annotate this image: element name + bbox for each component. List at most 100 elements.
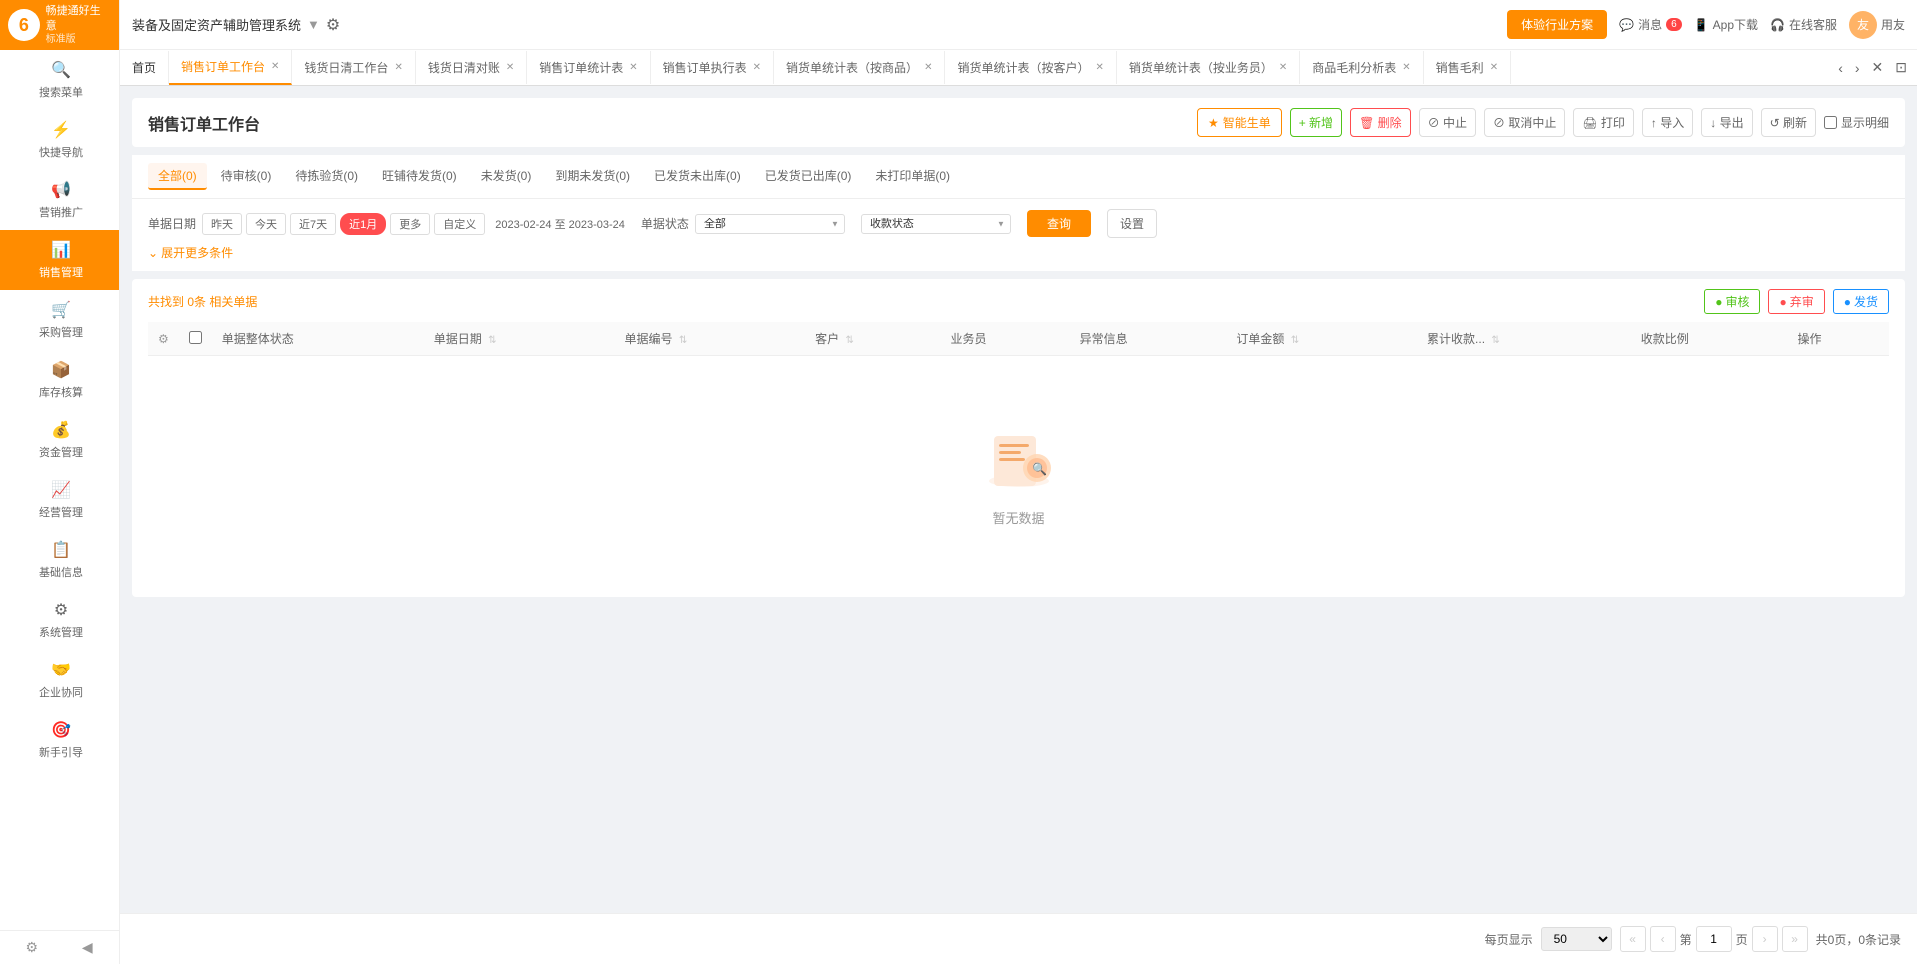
sidebar-item-经营管理[interactable]: 📈经营管理 bbox=[0, 470, 119, 530]
review-button[interactable]: ● 审核 bbox=[1704, 289, 1760, 314]
th-number[interactable]: 单据编号 ⇅ bbox=[614, 322, 805, 356]
sidebar-item-快捷导航[interactable]: ⚡快捷导航 bbox=[0, 110, 119, 170]
sidebar-item-搜索菜单[interactable]: 🔍搜索菜单 bbox=[0, 50, 119, 110]
collapse-icon[interactable]: ◀ bbox=[64, 939, 112, 956]
sidebar-item-系统管理[interactable]: ⚙系统管理 bbox=[0, 590, 119, 650]
status-select[interactable]: 全部 bbox=[695, 214, 845, 234]
sidebar-item-库存核算[interactable]: 📦库存核算 bbox=[0, 350, 119, 410]
tab-item-2[interactable]: 钱货日清工作台✕ bbox=[292, 51, 415, 84]
settings-icon[interactable]: ⚙ bbox=[8, 939, 56, 956]
industry-button[interactable]: 体验行业方案 bbox=[1507, 10, 1607, 39]
delete-button[interactable]: 🗑 删除 bbox=[1350, 108, 1411, 137]
tab-item-4[interactable]: 销售订单统计表✕ bbox=[527, 51, 650, 84]
filter-tab-未发货[interactable]: 未发货(0) bbox=[471, 163, 542, 190]
tabs-expand-icon[interactable]: ⊡ bbox=[1891, 55, 1911, 80]
setting-button[interactable]: 设置 bbox=[1107, 209, 1157, 238]
tab-close-icon[interactable]: ✕ bbox=[1279, 62, 1287, 73]
sidebar-item-企业协同[interactable]: 🤝企业协同 bbox=[0, 650, 119, 710]
date-yesterday[interactable]: 昨天 bbox=[202, 213, 242, 235]
tab-close-icon[interactable]: ✕ bbox=[506, 62, 514, 73]
ship-button[interactable]: ● 发货 bbox=[1833, 289, 1889, 314]
tab-close-icon[interactable]: ✕ bbox=[753, 62, 761, 73]
filter-tab-到期未发货[interactable]: 到期未发货(0) bbox=[545, 163, 640, 190]
ship-label: 发货 bbox=[1854, 293, 1878, 310]
filter-tab-待拣验货[interactable]: 待拣验货(0) bbox=[285, 163, 368, 190]
smart-generate-button[interactable]: ★ 智能生单 bbox=[1197, 108, 1282, 137]
tab-close-icon[interactable]: ✕ bbox=[924, 62, 932, 73]
filter-tab-待审核[interactable]: 待审核(0) bbox=[211, 163, 282, 190]
online-service-action[interactable]: 🎧 在线客服 bbox=[1770, 16, 1837, 33]
nav-label: 基础信息 bbox=[39, 564, 83, 580]
sidebar-item-新手引导[interactable]: 🎯新手引导 bbox=[0, 710, 119, 770]
tab-item-10[interactable]: 销售毛利✕ bbox=[1424, 51, 1511, 84]
sidebar-item-营销推广[interactable]: 📢营销推广 bbox=[0, 170, 119, 230]
th-customer[interactable]: 客户 ⇅ bbox=[805, 322, 940, 356]
date-1month[interactable]: 近1月 bbox=[340, 213, 386, 235]
import-button[interactable]: ↑ 导入 bbox=[1642, 108, 1693, 137]
system-gear-icon[interactable]: ⚙ bbox=[326, 15, 340, 35]
cancel-review-button[interactable]: ● 弃审 bbox=[1768, 289, 1824, 314]
tab-item-1[interactable]: 销售订单工作台✕ bbox=[169, 50, 292, 85]
refresh-button[interactable]: ↺ 刷新 bbox=[1761, 108, 1816, 137]
tab-close-icon[interactable]: ✕ bbox=[1490, 62, 1498, 73]
tab-item-8[interactable]: 销货单统计表（按业务员）✕ bbox=[1117, 51, 1300, 84]
sidebar-item-资金管理[interactable]: 💰资金管理 bbox=[0, 410, 119, 470]
sidebar-item-采购管理[interactable]: 🛒采购管理 bbox=[0, 290, 119, 350]
expand-button[interactable]: ⌄ 展开更多条件 bbox=[148, 244, 1889, 261]
empty-icon: 🔍 bbox=[979, 416, 1059, 496]
filter-tab-旺铺待发货[interactable]: 旺铺待发货(0) bbox=[372, 163, 467, 190]
show-detail-input[interactable] bbox=[1824, 116, 1837, 129]
date-7days[interactable]: 近7天 bbox=[290, 213, 336, 235]
date-custom[interactable]: 自定义 bbox=[434, 213, 485, 235]
th-cumulative[interactable]: 累计收款... ⇅ bbox=[1417, 322, 1631, 356]
filter-tab-已发货已出库[interactable]: 已发货已出库(0) bbox=[755, 163, 862, 190]
date-today[interactable]: 今天 bbox=[246, 213, 286, 235]
tabs-prev-icon[interactable]: ‹ bbox=[1834, 56, 1847, 80]
amount-sort-icon: ⇅ bbox=[1291, 335, 1299, 346]
page-input[interactable] bbox=[1696, 926, 1732, 952]
tab-close-icon[interactable]: ✕ bbox=[1402, 62, 1410, 73]
user-action[interactable]: 友 用友 bbox=[1849, 11, 1905, 39]
filter-tab-已发货未出库[interactable]: 已发货未出库(0) bbox=[644, 163, 751, 190]
app-download-action[interactable]: 📱 App下载 bbox=[1694, 16, 1758, 33]
tab-item-5[interactable]: 销售订单执行表✕ bbox=[651, 51, 774, 84]
show-detail-checkbox[interactable]: 显示明细 bbox=[1824, 114, 1889, 131]
page-prev-button[interactable]: ‹ bbox=[1650, 926, 1676, 952]
customer-sort-icon: ⇅ bbox=[846, 335, 854, 346]
filter-tab-未打印单据[interactable]: 未打印单据(0) bbox=[865, 163, 960, 190]
date-more[interactable]: 更多 bbox=[390, 213, 430, 235]
message-action[interactable]: 💬 消息 6 bbox=[1619, 16, 1682, 33]
app-download-label: App下载 bbox=[1713, 16, 1758, 33]
new-button[interactable]: + 新增 bbox=[1290, 108, 1342, 137]
tabs-next-icon[interactable]: › bbox=[1851, 56, 1864, 80]
th-date[interactable]: 单据日期 ⇅ bbox=[424, 322, 615, 356]
tab-item-3[interactable]: 钱货日清对账✕ bbox=[416, 51, 527, 84]
page-last-button[interactable]: » bbox=[1782, 926, 1808, 952]
tab-item-7[interactable]: 销货单统计表（按客户）✕ bbox=[945, 51, 1116, 84]
tab-close-icon[interactable]: ✕ bbox=[394, 62, 402, 73]
page-first-button[interactable]: « bbox=[1620, 926, 1646, 952]
tab-item-9[interactable]: 商品毛利分析表✕ bbox=[1300, 51, 1423, 84]
th-order-amount[interactable]: 订单金额 ⇅ bbox=[1226, 322, 1417, 356]
sidebar-item-基础信息[interactable]: 📋基础信息 bbox=[0, 530, 119, 590]
stop-button[interactable]: ⊘ 中止 bbox=[1419, 108, 1476, 137]
tab-item-6[interactable]: 销货单统计表（按商品）✕ bbox=[774, 51, 945, 84]
nav-label: 快捷导航 bbox=[39, 144, 83, 160]
export-button[interactable]: ↓ 导出 bbox=[1701, 108, 1752, 137]
print-button[interactable]: 🖨 打印 bbox=[1573, 108, 1634, 137]
query-button[interactable]: 查询 bbox=[1027, 210, 1091, 237]
tabs-close-all-icon[interactable]: ✕ bbox=[1868, 55, 1888, 80]
tab-close-icon[interactable]: ✕ bbox=[271, 61, 279, 72]
filter-tab-全部[interactable]: 全部(0) bbox=[148, 163, 207, 190]
payment-select[interactable]: 收款状态 bbox=[861, 214, 1011, 234]
page-next-button[interactable]: › bbox=[1752, 926, 1778, 952]
tab-close-icon[interactable]: ✕ bbox=[1095, 62, 1103, 73]
nav-icon: 🎯 bbox=[51, 720, 71, 740]
system-title: 装备及固定资产辅助管理系统 ▼ ⚙ bbox=[132, 15, 1495, 35]
page-size-select[interactable]: 50 10 20 100 bbox=[1541, 927, 1612, 951]
tab-close-icon[interactable]: ✕ bbox=[629, 62, 637, 73]
select-all-checkbox[interactable] bbox=[189, 331, 202, 344]
cancel-stop-button[interactable]: ⊘ 取消中止 bbox=[1484, 108, 1565, 137]
sidebar-item-销售管理[interactable]: 📊销售管理 bbox=[0, 230, 119, 290]
tab-item-0[interactable]: 首页 bbox=[120, 51, 169, 84]
